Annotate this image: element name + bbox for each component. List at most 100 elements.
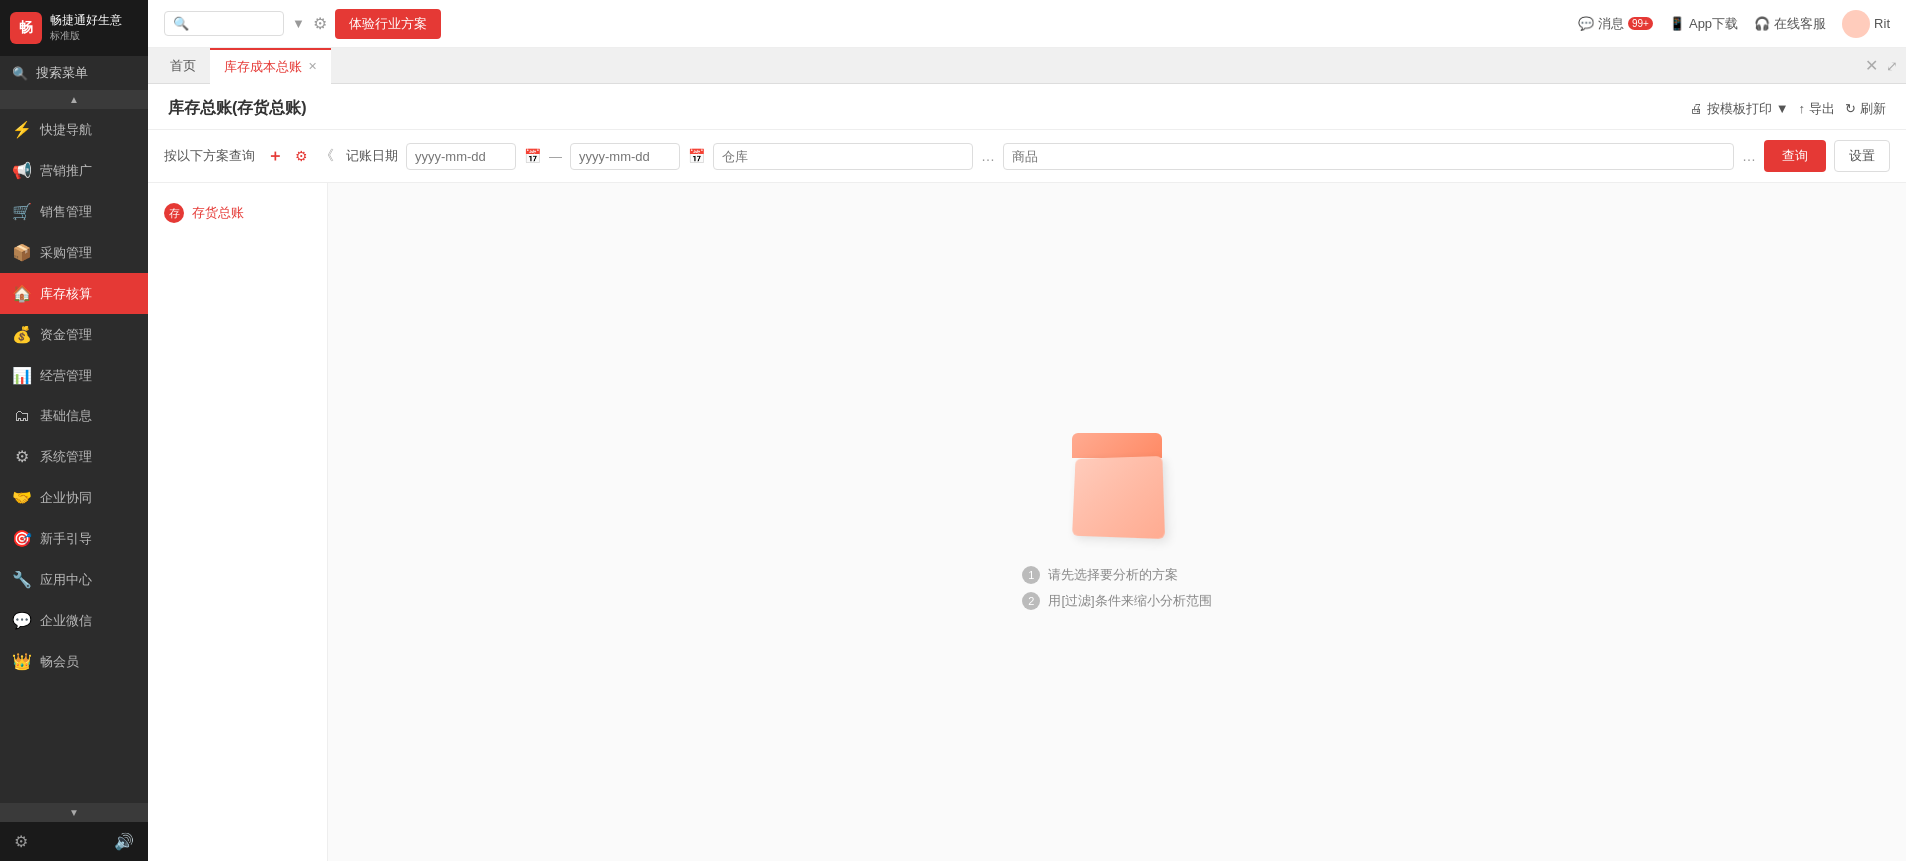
sidebar-item-system[interactable]: ⚙ 系统管理: [0, 436, 148, 477]
app-download-label: App下载: [1689, 15, 1738, 33]
query-button[interactable]: 查询: [1764, 140, 1826, 172]
cal-to-icon[interactable]: 📅: [688, 148, 705, 164]
messages-badge: 99+: [1628, 17, 1653, 30]
product-input[interactable]: [1003, 143, 1734, 170]
system-icon: ⚙: [12, 447, 32, 466]
empty-tips: 1 请先选择要分析的方案 2 用[过滤]条件来缩小分析范围: [1022, 566, 1211, 618]
sidebar-item-label: 销售管理: [40, 203, 92, 221]
tab-home[interactable]: 首页: [156, 49, 210, 83]
filter-settings-icon[interactable]: ⚙: [295, 148, 308, 164]
sidebar-nav: ⚡ 快捷导航 📢 营销推广 🛒 销售管理 📦 采购管理 🏠 库存核算 💰 资金管…: [0, 109, 148, 803]
sidebar-item-label: 快捷导航: [40, 121, 92, 139]
scheme-item-label: 存货总账: [192, 204, 244, 222]
purchase-icon: 📦: [12, 243, 32, 262]
app-badge: 标准版: [50, 29, 122, 43]
sidebar-footer: ⚙ 🔊: [0, 822, 148, 861]
topbar: 🔍 ▼ ⚙ 体验行业方案 💬 消息 99+ 📱 App下载 🎧 在线客服 Ri: [148, 0, 1906, 48]
sidebar-item-purchase[interactable]: 📦 采购管理: [0, 232, 148, 273]
sidebar-item-label: 库存核算: [40, 285, 92, 303]
sidebar-item-inventory[interactable]: 🏠 库存核算: [0, 273, 148, 314]
refresh-button[interactable]: ↻ 刷新: [1845, 100, 1886, 118]
print-dropdown-icon[interactable]: ▼: [1776, 101, 1789, 116]
empty-tip-1: 1 请先选择要分析的方案: [1022, 566, 1211, 584]
sidebar-item-marketing[interactable]: 📢 营销推广: [0, 150, 148, 191]
operations-icon: 📊: [12, 366, 32, 385]
basics-icon: 🗂: [12, 407, 32, 425]
date-field-label: 记账日期: [346, 147, 398, 165]
scheme-item-inventory-ledger[interactable]: 存 存货总账: [148, 193, 327, 233]
messages-item[interactable]: 💬 消息 99+: [1578, 15, 1653, 33]
sidebar-item-label: 企业协同: [40, 489, 92, 507]
empty-tip-2: 2 用[过滤]条件来缩小分析范围: [1022, 592, 1211, 610]
online-support-item[interactable]: 🎧 在线客服: [1754, 15, 1826, 33]
online-support-label: 在线客服: [1774, 15, 1826, 33]
sidebar-item-quick-nav[interactable]: ⚡ 快捷导航: [0, 109, 148, 150]
export-icon: ↑: [1799, 101, 1806, 116]
quick-nav-icon: ⚡: [12, 120, 32, 139]
print-button[interactable]: 🖨 按模板打印 ▼: [1690, 100, 1789, 118]
tab-active-label: 库存成本总账: [224, 58, 302, 76]
date-separator: —: [549, 149, 562, 164]
product-more-button[interactable]: …: [1742, 148, 1756, 164]
sidebar-item-basics[interactable]: 🗂 基础信息: [0, 396, 148, 436]
industry-solution-button[interactable]: 体验行业方案: [335, 9, 441, 39]
guide-icon: 🎯: [12, 529, 32, 548]
export-label: 导出: [1809, 100, 1835, 118]
box-body-shape: [1072, 456, 1165, 539]
sidebar-item-guide[interactable]: 🎯 新手引导: [0, 518, 148, 559]
sidebar-item-sales[interactable]: 🛒 销售管理: [0, 191, 148, 232]
sidebar-item-label: 营销推广: [40, 162, 92, 180]
filter-collapse-icon[interactable]: 《: [320, 147, 334, 165]
warehouse-more-button[interactable]: …: [981, 148, 995, 164]
user-profile-item[interactable]: Rit: [1842, 10, 1890, 38]
tab-panel-close-button[interactable]: ✕: [1865, 56, 1878, 75]
page-header-actions: 🖨 按模板打印 ▼ ↑ 导出 ↻ 刷新: [1690, 100, 1886, 118]
wechat-icon: 💬: [12, 611, 32, 630]
sidebar: 畅 畅捷通好生意 标准版 🔍 搜索菜单 ▲ ⚡ 快捷导航 📢 营销推广 🛒 销售…: [0, 0, 148, 861]
scheme-item-icon: 存: [164, 203, 184, 223]
sidebar-item-member[interactable]: 👑 畅会员: [0, 641, 148, 682]
date-to-input[interactable]: [570, 143, 680, 170]
app-download-icon: 📱: [1669, 16, 1685, 31]
messages-label: 消息: [1598, 15, 1624, 33]
sidebar-scroll-down[interactable]: ▼: [0, 803, 148, 822]
sidebar-item-finance[interactable]: 💰 资金管理: [0, 314, 148, 355]
settings-footer-icon[interactable]: ⚙: [14, 832, 28, 851]
search-icon: 🔍: [12, 66, 28, 81]
member-icon: 👑: [12, 652, 32, 671]
filter-add-button[interactable]: ＋: [267, 146, 283, 167]
empty-state: 1 请先选择要分析的方案 2 用[过滤]条件来缩小分析范围: [328, 183, 1906, 861]
tab-inventory-ledger[interactable]: 库存成本总账 ✕: [210, 48, 331, 84]
search-menu-item[interactable]: 🔍 搜索菜单: [0, 56, 148, 90]
filter-bar: 按以下方案查询 ＋ ⚙ 《 记账日期 📅 — 📅 … … 查询 设置: [148, 130, 1906, 183]
tab-expand-icon[interactable]: ⤢: [1886, 58, 1898, 74]
sidebar-scroll-up[interactable]: ▲: [0, 90, 148, 109]
topbar-dropdown-arrow[interactable]: ▼: [292, 16, 305, 31]
message-icon: 💬: [1578, 16, 1594, 31]
topbar-left: 🔍 ▼ ⚙ 体验行业方案: [164, 9, 1566, 39]
warehouse-input[interactable]: [713, 143, 973, 170]
logo-icon: 畅: [10, 12, 42, 44]
marketing-icon: 📢: [12, 161, 32, 180]
tab-close-button[interactable]: ✕: [308, 60, 317, 73]
topbar-settings-icon[interactable]: ⚙: [313, 14, 327, 33]
sidebar-item-operations[interactable]: 📊 经营管理: [0, 355, 148, 396]
settings-button[interactable]: 设置: [1834, 140, 1890, 172]
sidebar-item-wechat[interactable]: 💬 企业微信: [0, 600, 148, 641]
print-label: 按模板打印: [1707, 100, 1772, 118]
sidebar-item-label: 新手引导: [40, 530, 92, 548]
date-from-input[interactable]: [406, 143, 516, 170]
sidebar-item-label: 企业微信: [40, 612, 92, 630]
app-download-item[interactable]: 📱 App下载: [1669, 15, 1738, 33]
refresh-label: 刷新: [1860, 100, 1886, 118]
export-button[interactable]: ↑ 导出: [1799, 100, 1836, 118]
topbar-search-box[interactable]: 🔍: [164, 11, 284, 36]
tab-home-label: 首页: [170, 57, 196, 75]
audio-footer-icon[interactable]: 🔊: [114, 832, 134, 851]
print-icon: 🖨: [1690, 101, 1703, 116]
topbar-search-icon: 🔍: [173, 16, 189, 31]
sidebar-item-cooperation[interactable]: 🤝 企业协同: [0, 477, 148, 518]
page-header: 库存总账(存货总账) 🖨 按模板打印 ▼ ↑ 导出 ↻ 刷新: [148, 84, 1906, 130]
cal-from-icon[interactable]: 📅: [524, 148, 541, 164]
sidebar-item-appcenter[interactable]: 🔧 应用中心: [0, 559, 148, 600]
